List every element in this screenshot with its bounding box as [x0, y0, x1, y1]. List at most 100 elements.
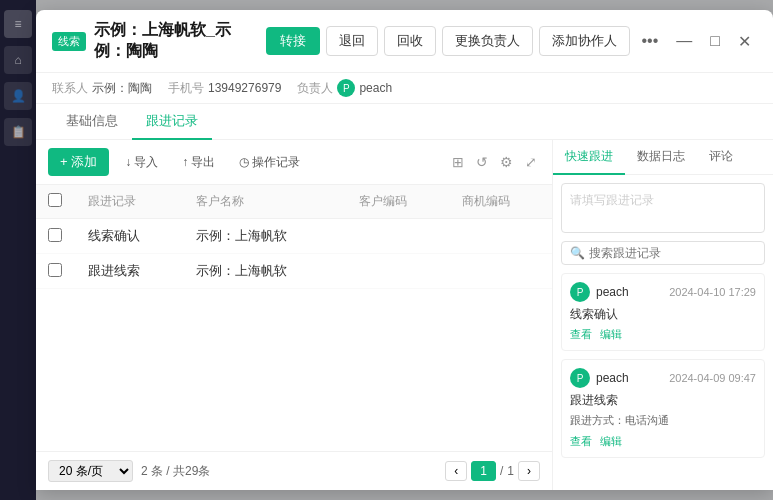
follow-card-user: peach	[596, 371, 629, 385]
cell-follow-record: 线索确认	[76, 219, 184, 254]
row-checkbox	[36, 219, 76, 254]
tab-follow-records[interactable]: 跟进记录	[132, 104, 212, 140]
follow-card-title: 线索确认	[570, 306, 756, 323]
sidebar-icon-leads[interactable]: 📋	[4, 118, 32, 146]
header-actions: 转接 退回 回收 更换负责人 添加协作人 ••• — □ ✕	[266, 26, 757, 56]
modal-title: 示例：上海帆软_示例：陶陶	[94, 20, 258, 62]
cell-follow-record: 跟进线索	[76, 254, 184, 289]
search-input[interactable]	[589, 246, 756, 260]
import-button[interactable]: ↓ 导入	[117, 150, 166, 175]
total-records: 2 条 / 共29条	[141, 463, 210, 480]
right-tabs: 快速跟进 数据日志 评论	[553, 140, 773, 175]
cell-customer-code	[347, 219, 449, 254]
next-page-button[interactable]: ›	[518, 461, 540, 481]
import-icon: ↓	[125, 155, 131, 169]
table-row[interactable]: 线索确认 示例：上海帆软	[36, 219, 552, 254]
follow-card-header: P peach 2024-04-10 17:29	[570, 282, 756, 302]
contact-label: 联系人	[52, 80, 88, 97]
transfer-button[interactable]: 转接	[266, 27, 320, 55]
toolbar: + 添加 ↓ 导入 ↑ 导出 ◷ 操作记录 ⊞ ↺ ⚙ ⤢	[36, 140, 552, 185]
follow-input[interactable]: 请填写跟进记录	[561, 183, 765, 233]
phone-value: 13949276979	[208, 81, 281, 95]
page-size-dropdown[interactable]: 20 条/页 50 条/页 100 条/页	[48, 460, 133, 482]
main-content: + 添加 ↓ 导入 ↑ 导出 ◷ 操作记录 ⊞ ↺ ⚙ ⤢	[36, 140, 773, 490]
left-panel: + 添加 ↓ 导入 ↑ 导出 ◷ 操作记录 ⊞ ↺ ⚙ ⤢	[36, 140, 553, 490]
row-select-checkbox[interactable]	[48, 228, 62, 242]
phone-label: 手机号	[168, 80, 204, 97]
row-select-checkbox[interactable]	[48, 263, 62, 277]
sidebar-icon-menu[interactable]: ≡	[4, 10, 32, 38]
edit-link[interactable]: 编辑	[600, 434, 622, 449]
import-label: 导入	[134, 154, 158, 171]
edit-link[interactable]: 编辑	[600, 327, 622, 342]
cell-customer-name: 示例：上海帆软	[184, 254, 347, 289]
prev-page-button[interactable]: ‹	[445, 461, 467, 481]
column-customer-code: 客户编码	[347, 185, 449, 219]
sidebar: ≡ ⌂ 👤 📋	[0, 0, 36, 500]
tab-quick-follow[interactable]: 快速跟进	[553, 140, 625, 175]
export-icon: ↑	[182, 155, 188, 169]
lead-badge: 线索	[52, 32, 86, 51]
cell-customer-code	[347, 254, 449, 289]
tab-basic-info[interactable]: 基础信息	[52, 104, 132, 140]
contact-item-person: 联系人 示例：陶陶	[52, 80, 152, 97]
tab-data-log[interactable]: 数据日志	[625, 140, 697, 175]
recover-button[interactable]: 回收	[384, 26, 436, 56]
follow-card-date: 2024-04-10 17:29	[669, 286, 756, 298]
filter-icon[interactable]: ⊞	[449, 151, 467, 173]
export-button[interactable]: ↑ 导出	[174, 150, 223, 175]
search-bar: 🔍	[561, 241, 765, 265]
sidebar-icon-contacts[interactable]: 👤	[4, 82, 32, 110]
follow-cards-container: P peach 2024-04-10 17:29 线索确认 查看 编辑 P pe…	[561, 273, 765, 458]
change-owner-button[interactable]: 更换负责人	[442, 26, 533, 56]
cell-customer-name: 示例：上海帆软	[184, 219, 347, 254]
table-body: 线索确认 示例：上海帆软 跟进线索 示例：上海帆软	[36, 219, 552, 289]
follow-card: P peach 2024-04-09 09:47 跟进线索 跟进方式：电话沟通 …	[561, 359, 765, 458]
right-panel: 快速跟进 数据日志 评论 请填写跟进记录 🔍 P peach 2024-04-1…	[553, 140, 773, 490]
follow-card-desc: 跟进方式：电话沟通	[570, 413, 756, 428]
table-row[interactable]: 跟进线索 示例：上海帆软	[36, 254, 552, 289]
minimize-button[interactable]: —	[670, 30, 698, 52]
select-all-checkbox[interactable]	[48, 193, 62, 207]
sidebar-icon-home[interactable]: ⌂	[4, 46, 32, 74]
owner-value: peach	[359, 81, 392, 95]
follow-card-actions: 查看 编辑	[570, 434, 756, 449]
owner-avatar: P	[337, 79, 355, 97]
maximize-button[interactable]: □	[704, 30, 726, 52]
add-collaborator-button[interactable]: 添加协作人	[539, 26, 630, 56]
operation-log-button[interactable]: ◷ 操作记录	[231, 150, 308, 175]
page-info: ‹ 1 / 1 ›	[445, 461, 540, 481]
row-checkbox	[36, 254, 76, 289]
expand-icon[interactable]: ⤢	[522, 151, 540, 173]
follow-table: 跟进记录 客户名称 客户编码 商机编码 线索确认 示例：上海帆软 跟进线索 示例…	[36, 185, 552, 451]
contact-value: 示例：陶陶	[92, 80, 152, 97]
close-icon: ✕	[738, 33, 751, 50]
export-label: 导出	[191, 154, 215, 171]
settings-icon[interactable]: ⚙	[497, 151, 516, 173]
more-button[interactable]: •••	[636, 30, 665, 52]
column-checkbox	[36, 185, 76, 219]
follow-card-user: peach	[596, 285, 629, 299]
minimize-icon: —	[676, 32, 692, 49]
pagination: 20 条/页 50 条/页 100 条/页 2 条 / 共29条 ‹ 1 / 1…	[36, 451, 552, 490]
column-customer-name: 客户名称	[184, 185, 347, 219]
close-button[interactable]: ✕	[732, 30, 757, 53]
follow-card-header: P peach 2024-04-09 09:47	[570, 368, 756, 388]
current-page: 1	[471, 461, 496, 481]
column-opportunity-code: 商机编码	[450, 185, 552, 219]
follow-card-date: 2024-04-09 09:47	[669, 372, 756, 384]
tab-comments[interactable]: 评论	[697, 140, 745, 175]
return-button[interactable]: 退回	[326, 26, 378, 56]
main-tabs: 基础信息 跟进记录	[36, 104, 773, 140]
add-button[interactable]: + 添加	[48, 148, 109, 176]
modal-header: 线索 示例：上海帆软_示例：陶陶 转接 退回 回收 更换负责人 添加协作人 ••…	[36, 10, 773, 73]
refresh-icon[interactable]: ↺	[473, 151, 491, 173]
follow-card: P peach 2024-04-10 17:29 线索确认 查看 编辑	[561, 273, 765, 351]
follow-card-avatar: P	[570, 368, 590, 388]
follow-card-avatar: P	[570, 282, 590, 302]
modal-container: 线索 示例：上海帆软_示例：陶陶 转接 退回 回收 更换负责人 添加协作人 ••…	[36, 10, 773, 490]
follow-card-title: 跟进线索	[570, 392, 756, 409]
cell-opportunity-code	[450, 219, 552, 254]
view-link[interactable]: 查看	[570, 327, 592, 342]
view-link[interactable]: 查看	[570, 434, 592, 449]
